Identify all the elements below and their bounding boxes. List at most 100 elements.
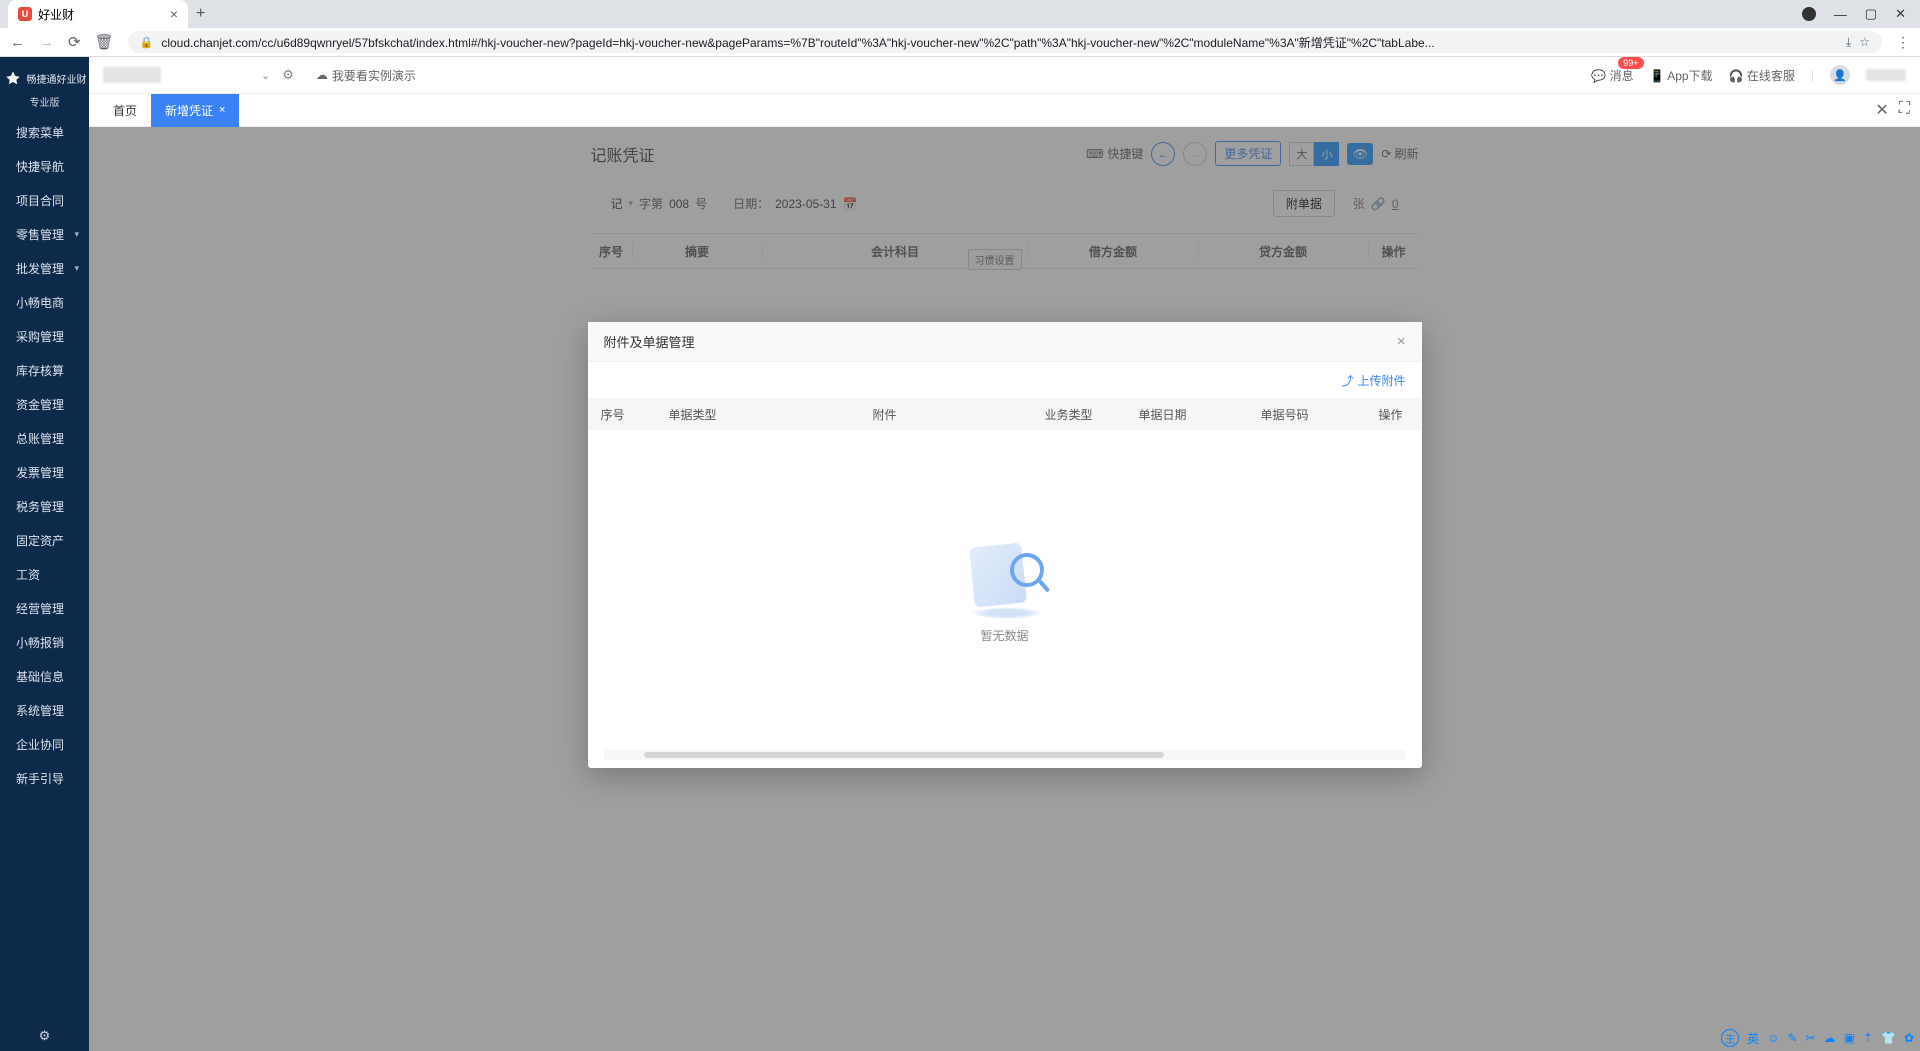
tray-icon[interactable]: ✎ xyxy=(1787,1031,1797,1045)
gear-icon: ⚙ xyxy=(39,1028,51,1044)
mcol-doc-type: 单据类型 xyxy=(638,406,748,423)
mcol-biz-type: 业务类型 xyxy=(1022,406,1116,423)
tray-icon[interactable]: ▣ xyxy=(1844,1031,1855,1045)
sidebar-item-inventory[interactable]: 库存核算 xyxy=(0,353,89,387)
brand: 畅捷通好业财 xyxy=(0,57,89,94)
close-all-icon[interactable]: ✕ xyxy=(1875,100,1888,120)
sidebar-item-system[interactable]: 系统管理 xyxy=(0,693,89,727)
trash-icon[interactable]: 🗑 xyxy=(95,33,114,51)
sidebar-item-guide[interactable]: 新手引导 xyxy=(0,761,89,795)
menu-icon[interactable]: ⋮ xyxy=(1896,34,1910,51)
tray-icon[interactable]: ✿ xyxy=(1904,1031,1914,1045)
mcol-attachment: 附件 xyxy=(748,406,1022,423)
demo-label: 我要看实例演示 xyxy=(332,67,416,84)
tab-home[interactable]: 首页 xyxy=(99,94,151,127)
tray-icon[interactable]: ⇡ xyxy=(1863,1031,1873,1045)
modal-scrollbar[interactable] xyxy=(604,750,1406,760)
headset-icon: 🎧 xyxy=(1729,69,1744,83)
address-bar: ← → ⟳ 🗑 🔒 cloud.chanjet.com/cc/u6d89qwnr… xyxy=(0,28,1920,57)
maximize-icon[interactable]: ▢ xyxy=(1865,6,1877,22)
tab-new-voucher[interactable]: 新增凭证 × xyxy=(151,94,239,127)
modal-header: 附件及单据管理 × xyxy=(588,322,1422,362)
messages-button[interactable]: 💬 消息 99+ xyxy=(1591,67,1633,84)
browser-tab[interactable]: U 好业财 × xyxy=(8,0,188,28)
close-tab-icon[interactable]: × xyxy=(219,104,225,116)
brand-text: 畅捷通好业财 xyxy=(27,71,87,86)
close-tab-icon[interactable]: × xyxy=(170,6,178,22)
account-icon[interactable] xyxy=(1802,7,1816,21)
reload-icon[interactable]: ⟳ xyxy=(68,33,81,51)
sidebar-item-label: 发票管理 xyxy=(16,464,64,481)
lock-icon: 🔒 xyxy=(140,36,154,49)
app-shell: 畅捷通好业财 专业版 搜索菜单 快捷导航 项目合同 零售管理▾ 批发管理▾ 小畅… xyxy=(0,57,1920,1051)
sidebar-item-label: 小畅报销 xyxy=(16,634,64,651)
sidebar-item-operation[interactable]: 经营管理 xyxy=(0,591,89,625)
cloud-icon: ☁ xyxy=(316,68,328,82)
sidebar-settings[interactable]: ⚙ xyxy=(0,1021,89,1051)
sidebar-item-salary[interactable]: 工资 xyxy=(0,557,89,591)
minimize-icon[interactable]: — xyxy=(1834,7,1847,22)
avatar[interactable]: 👤 xyxy=(1830,65,1850,85)
scrollbar-thumb[interactable] xyxy=(644,752,1164,758)
sidebar-item-ledger[interactable]: 总账管理 xyxy=(0,421,89,455)
sidebar-item-search[interactable]: 搜索菜单 xyxy=(0,115,89,149)
sidebar-item-collab[interactable]: 企业协同 xyxy=(0,727,89,761)
url-field[interactable]: 🔒 cloud.chanjet.com/cc/u6d89qwnryel/57bf… xyxy=(128,31,1882,53)
sidebar-item-retail[interactable]: 零售管理▾ xyxy=(0,217,89,251)
chevron-down-icon[interactable]: ⌄ xyxy=(261,69,270,82)
top-bar: ⌄ ⚙ ☁ 我要看实例演示 💬 消息 99+ 📱 App下载 🎧 在线客服 xyxy=(89,57,1920,94)
back-icon[interactable]: ← xyxy=(10,34,25,51)
sidebar-item-fund[interactable]: 资金管理 xyxy=(0,387,89,421)
app-download-button[interactable]: 📱 App下载 xyxy=(1650,67,1713,84)
sidebar-item-label: 固定资产 xyxy=(16,532,64,549)
chat-icon: 💬 xyxy=(1591,69,1606,83)
user-icon: 👤 xyxy=(1833,69,1847,82)
online-service-label: 在线客服 xyxy=(1747,69,1795,83)
sidebar-item-project[interactable]: 项目合同 xyxy=(0,183,89,217)
tray-icon[interactable]: ☁ xyxy=(1824,1031,1836,1045)
sidebar-item-purchase[interactable]: 采购管理 xyxy=(0,319,89,353)
new-tab-button[interactable]: + xyxy=(196,5,205,23)
ime-lang[interactable]: 英 xyxy=(1747,1030,1759,1047)
fullscreen-icon[interactable]: ⛶ xyxy=(1899,100,1910,120)
close-window-icon[interactable]: ✕ xyxy=(1895,6,1906,22)
empty-illustration xyxy=(960,537,1050,613)
sidebar-item-label: 资金管理 xyxy=(16,396,64,413)
mcol-doc-date: 单据日期 xyxy=(1116,406,1210,423)
sidebar-item-label: 快捷导航 xyxy=(16,158,64,175)
sidebar-item-asset[interactable]: 固定资产 xyxy=(0,523,89,557)
attachment-modal: 附件及单据管理 × ⤴ 上传附件 序号 单据类型 附件 业务类型 单据日期 单据… xyxy=(588,322,1422,768)
sidebar-item-label: 库存核算 xyxy=(16,362,64,379)
sidebar-item-ecommerce[interactable]: 小畅电商 xyxy=(0,285,89,319)
sidebar-item-tax[interactable]: 税务管理 xyxy=(0,489,89,523)
page-tabs: 首页 新增凭证 × ✕ ⛶ xyxy=(89,94,1920,127)
app-download-label: App下载 xyxy=(1667,69,1712,83)
gear-icon[interactable]: ⚙ xyxy=(282,67,294,83)
phone-icon: 📱 xyxy=(1650,69,1665,83)
sidebar-item-invoice[interactable]: 发票管理 xyxy=(0,455,89,489)
mcol-doc-no: 单据号码 xyxy=(1210,406,1360,423)
sidebar-item-label: 新手引导 xyxy=(16,770,64,787)
tray-icon[interactable]: 👕 xyxy=(1881,1031,1896,1045)
tab-strip: U 好业财 × + — ▢ ✕ xyxy=(0,0,1920,28)
messages-label: 消息 xyxy=(1610,69,1634,83)
sidebar-item-label: 搜索菜单 xyxy=(16,124,64,141)
mcol-action: 操作 xyxy=(1360,406,1422,423)
online-service-button[interactable]: 🎧 在线客服 xyxy=(1729,67,1795,84)
sidebar-item-wholesale[interactable]: 批发管理▾ xyxy=(0,251,89,285)
brand-sub: 专业版 xyxy=(0,94,89,109)
ime-badge[interactable]: 王 xyxy=(1721,1029,1739,1047)
upload-attachment-button[interactable]: ⤴ 上传附件 xyxy=(1341,372,1405,389)
install-icon[interactable]: ⤓ xyxy=(1846,35,1851,50)
org-selector[interactable] xyxy=(103,67,161,83)
sidebar-item-basic[interactable]: 基础信息 xyxy=(0,659,89,693)
demo-link[interactable]: ☁ 我要看实例演示 xyxy=(316,67,416,84)
modal-close-button[interactable]: × xyxy=(1397,333,1406,350)
tray-icon[interactable]: ✂ xyxy=(1806,1031,1816,1045)
sidebar-item-label: 项目合同 xyxy=(16,192,64,209)
tray-icon[interactable]: ☺ xyxy=(1767,1031,1779,1045)
sidebar-item-expense[interactable]: 小畅报销 xyxy=(0,625,89,659)
sidebar-item-quicknav[interactable]: 快捷导航 xyxy=(0,149,89,183)
star-icon[interactable]: ☆ xyxy=(1859,35,1870,49)
url-text: cloud.chanjet.com/cc/u6d89qwnryel/57bfsk… xyxy=(161,34,1838,51)
